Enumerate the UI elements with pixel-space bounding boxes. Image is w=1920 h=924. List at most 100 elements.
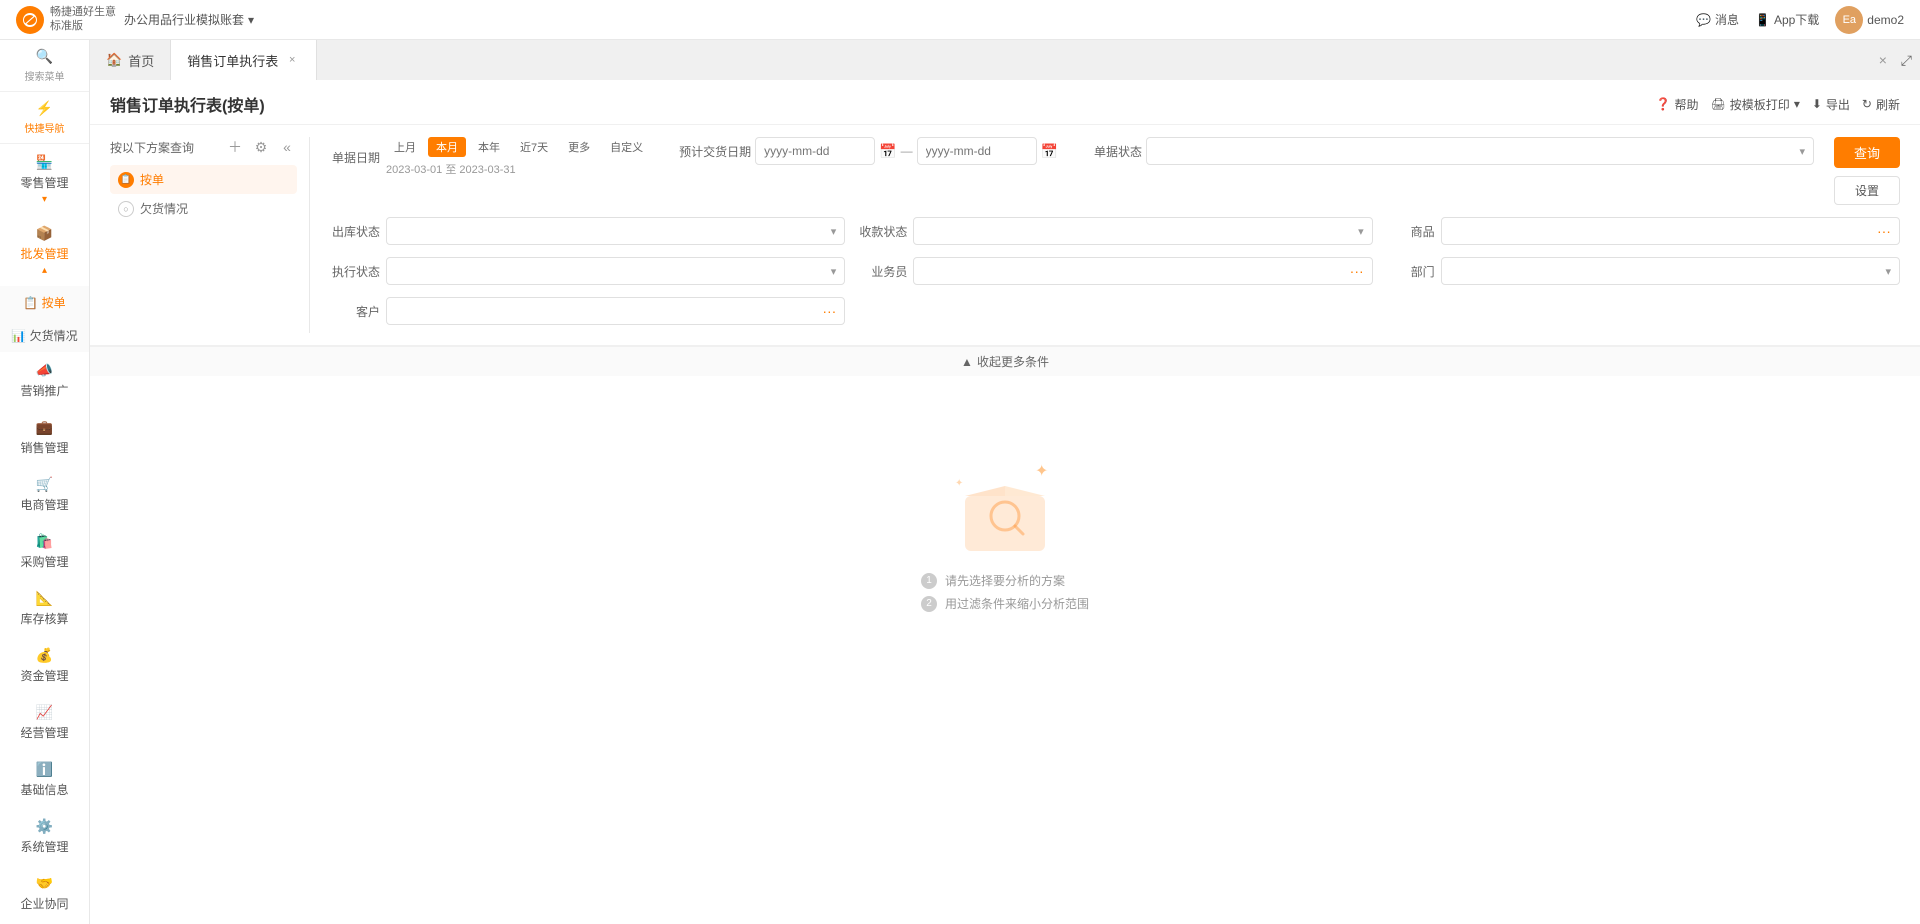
dept-field: 部门 ▾ <box>1385 257 1900 285</box>
ship-status-field: 出库状态 ▾ <box>330 217 845 245</box>
exec-status-arrow-icon: ▾ <box>831 265 837 278</box>
print-btn[interactable]: 🖨 按模板打印 ▾ <box>1711 96 1800 113</box>
collapse-bar[interactable]: ▲ 收起更多条件 <box>90 346 1920 376</box>
search-icon: 🔍 <box>36 48 53 65</box>
sidebar-item-quicknav[interactable]: ⚡ 快捷导航 <box>0 92 89 144</box>
main-layout: 🔍 搜索菜单 ⚡ 快捷导航 🏪 零售管理 📦 批发管理 📋 按单 📊 欠货情况 … <box>0 40 1920 924</box>
query-btn[interactable]: 查询 <box>1834 137 1900 168</box>
sidebar-item-operations[interactable]: 📈 经营管理 <box>0 694 89 751</box>
retail-icon: 🏪 <box>36 154 53 171</box>
customer-field: 客户 ··· <box>330 297 845 325</box>
calendar-from-icon[interactable]: 📅 <box>879 143 896 160</box>
ship-status-arrow-icon: ▾ <box>831 225 837 238</box>
svg-text:✦: ✦ <box>955 478 963 489</box>
expected-date-from[interactable] <box>755 137 875 165</box>
salesman-field: 业务员 ··· <box>857 257 1372 285</box>
sidebar-sub-item-order[interactable]: 📋 按单 <box>0 286 89 319</box>
sidebar-item-purchase[interactable]: 🛍️ 采购管理 <box>0 523 89 580</box>
empty-step-2: 2 用过滤条件来缩小分析范围 <box>921 595 1089 612</box>
sidebar-item-enterprise[interactable]: 🤝 企业协同 <box>0 865 89 922</box>
sidebar-item-marketing[interactable]: 📣 营销推广 <box>0 352 89 409</box>
collapse-btn-label: 收起更多条件 <box>977 353 1049 370</box>
maximize-icon[interactable]: ⤢ <box>1901 52 1912 69</box>
user-area[interactable]: Ea demo2 <box>1835 6 1904 34</box>
bill-status-select[interactable]: ▾ <box>1146 137 1814 165</box>
tab-home[interactable]: 🏠 首页 <box>90 40 171 80</box>
scheme-item-debt[interactable]: ○ 欠货情况 <box>110 194 297 223</box>
sidebar-item-retail[interactable]: 🏪 零售管理 <box>0 144 89 215</box>
message-btn[interactable]: 💬 消息 <box>1696 11 1739 28</box>
finance-icon: 💰 <box>36 647 53 664</box>
date-tab-prev-month[interactable]: 上月 <box>386 137 424 157</box>
expected-date-to[interactable] <box>917 137 1037 165</box>
collect-status-select[interactable]: ▾ <box>913 217 1372 245</box>
date-tabs: 上月 本月 本年 近7天 更多 自定义 <box>386 137 651 157</box>
inventory-icon: 📐 <box>36 590 53 607</box>
customer-select[interactable]: ··· <box>386 297 845 325</box>
date-tab-custom[interactable]: 自定义 <box>602 137 651 157</box>
sidebar-search[interactable]: 🔍 搜索菜单 <box>0 40 89 92</box>
sidebar-item-wholesale[interactable]: 📦 批发管理 <box>0 215 89 286</box>
step-num-2: 2 <box>921 596 937 612</box>
exec-status-field: 执行状态 ▾ <box>330 257 845 285</box>
logo-text: 畅捷通好生意 标准版 <box>50 6 116 32</box>
collect-status-arrow-icon: ▾ <box>1358 225 1364 238</box>
scheme-dot-debt: ○ <box>118 201 134 217</box>
ship-status-select[interactable]: ▾ <box>386 217 845 245</box>
scheme-item-order[interactable]: 📋 按单 <box>110 165 297 194</box>
export-btn[interactable]: ⬇ 导出 <box>1812 96 1850 113</box>
dept-select[interactable]: ▾ <box>1441 257 1900 285</box>
date-tab-more[interactable]: 更多 <box>560 137 598 157</box>
settings-scheme-icon[interactable]: ⚙ <box>251 137 271 157</box>
salesman-ellipsis-icon[interactable]: ··· <box>1350 263 1364 279</box>
sidebar-item-inventory[interactable]: 📐 库存核算 <box>0 580 89 637</box>
sidebar-item-basic[interactable]: ℹ️ 基础信息 <box>0 751 89 808</box>
download-icon: 📱 <box>1755 13 1770 27</box>
sales-icon: 💼 <box>36 419 53 436</box>
system-icon: ⚙️ <box>36 818 53 835</box>
sidebar: 🔍 搜索菜单 ⚡ 快捷导航 🏪 零售管理 📦 批发管理 📋 按单 📊 欠货情况 … <box>0 40 90 924</box>
order-icon: 📋 <box>23 296 38 310</box>
sidebar-item-system[interactable]: ⚙️ 系统管理 <box>0 808 89 865</box>
date-tab-last7[interactable]: 近7天 <box>512 137 556 157</box>
exec-status-select[interactable]: ▾ <box>386 257 845 285</box>
calendar-to-icon[interactable]: 📅 <box>1041 143 1058 160</box>
add-scheme-icon[interactable]: ＋ <box>225 137 245 157</box>
setting-btn[interactable]: 设置 <box>1834 176 1900 205</box>
help-btn[interactable]: ❓ 帮助 <box>1656 96 1699 113</box>
date-tab-this-year[interactable]: 本年 <box>470 137 508 157</box>
sidebar-item-finance[interactable]: 💰 资金管理 <box>0 637 89 694</box>
sidebar-item-sales[interactable]: 💼 销售管理 <box>0 409 89 466</box>
filter-left-header: 按以下方案查询 ＋ ⚙ « <box>110 137 297 157</box>
customer-ellipsis-icon[interactable]: ··· <box>822 303 836 319</box>
goods-ellipsis-icon[interactable]: ··· <box>1877 223 1891 239</box>
dept-arrow-icon: ▾ <box>1885 265 1891 278</box>
chevron-down-icon: ▾ <box>248 13 254 27</box>
sidebar-item-ecommerce[interactable]: 🛒 电商管理 <box>0 466 89 523</box>
window-close-icon[interactable]: × <box>1873 50 1893 70</box>
empty-illustration: ✦ ✦ <box>945 456 1065 556</box>
enterprise-icon: 🤝 <box>36 875 53 892</box>
page-header: 销售订单执行表(按单) ❓ 帮助 🖨 按模板打印 ▾ ⬇ 导出 <box>90 80 1920 125</box>
goods-select[interactable]: ··· <box>1441 217 1900 245</box>
app-selector[interactable]: 办公用品行业模拟账套 ▾ <box>124 11 254 28</box>
salesman-label: 业务员 <box>857 263 907 280</box>
tab-bar: 🏠 首页 销售订单执行表 × × ⤢ <box>90 40 1920 80</box>
date-range-text: 2023-03-01 至 2023-03-31 <box>386 161 651 177</box>
sidebar-sub-item-debt[interactable]: 📊 欠货情况 <box>0 319 89 352</box>
date-tab-this-month[interactable]: 本月 <box>428 137 466 157</box>
print-expand-icon: ▾ <box>1794 97 1800 111</box>
print-icon: 🖨 <box>1711 97 1726 111</box>
tab-sales-order[interactable]: 销售订单执行表 × <box>171 40 317 80</box>
wholesale-icon: 📦 <box>36 225 53 242</box>
collapse-scheme-icon[interactable]: « <box>277 137 297 157</box>
salesman-select[interactable]: ··· <box>913 257 1372 285</box>
bill-status-arrow-icon: ▾ <box>1799 145 1805 158</box>
collect-status-label: 收款状态 <box>857 223 907 240</box>
tab-close-icon[interactable]: × <box>284 52 300 68</box>
purchase-icon: 🛍️ <box>36 533 53 550</box>
refresh-btn[interactable]: ↻ 刷新 <box>1862 96 1900 113</box>
download-btn[interactable]: 📱 App下载 <box>1755 11 1819 28</box>
avatar: Ea <box>1835 6 1863 34</box>
operations-icon: 📈 <box>36 704 53 721</box>
